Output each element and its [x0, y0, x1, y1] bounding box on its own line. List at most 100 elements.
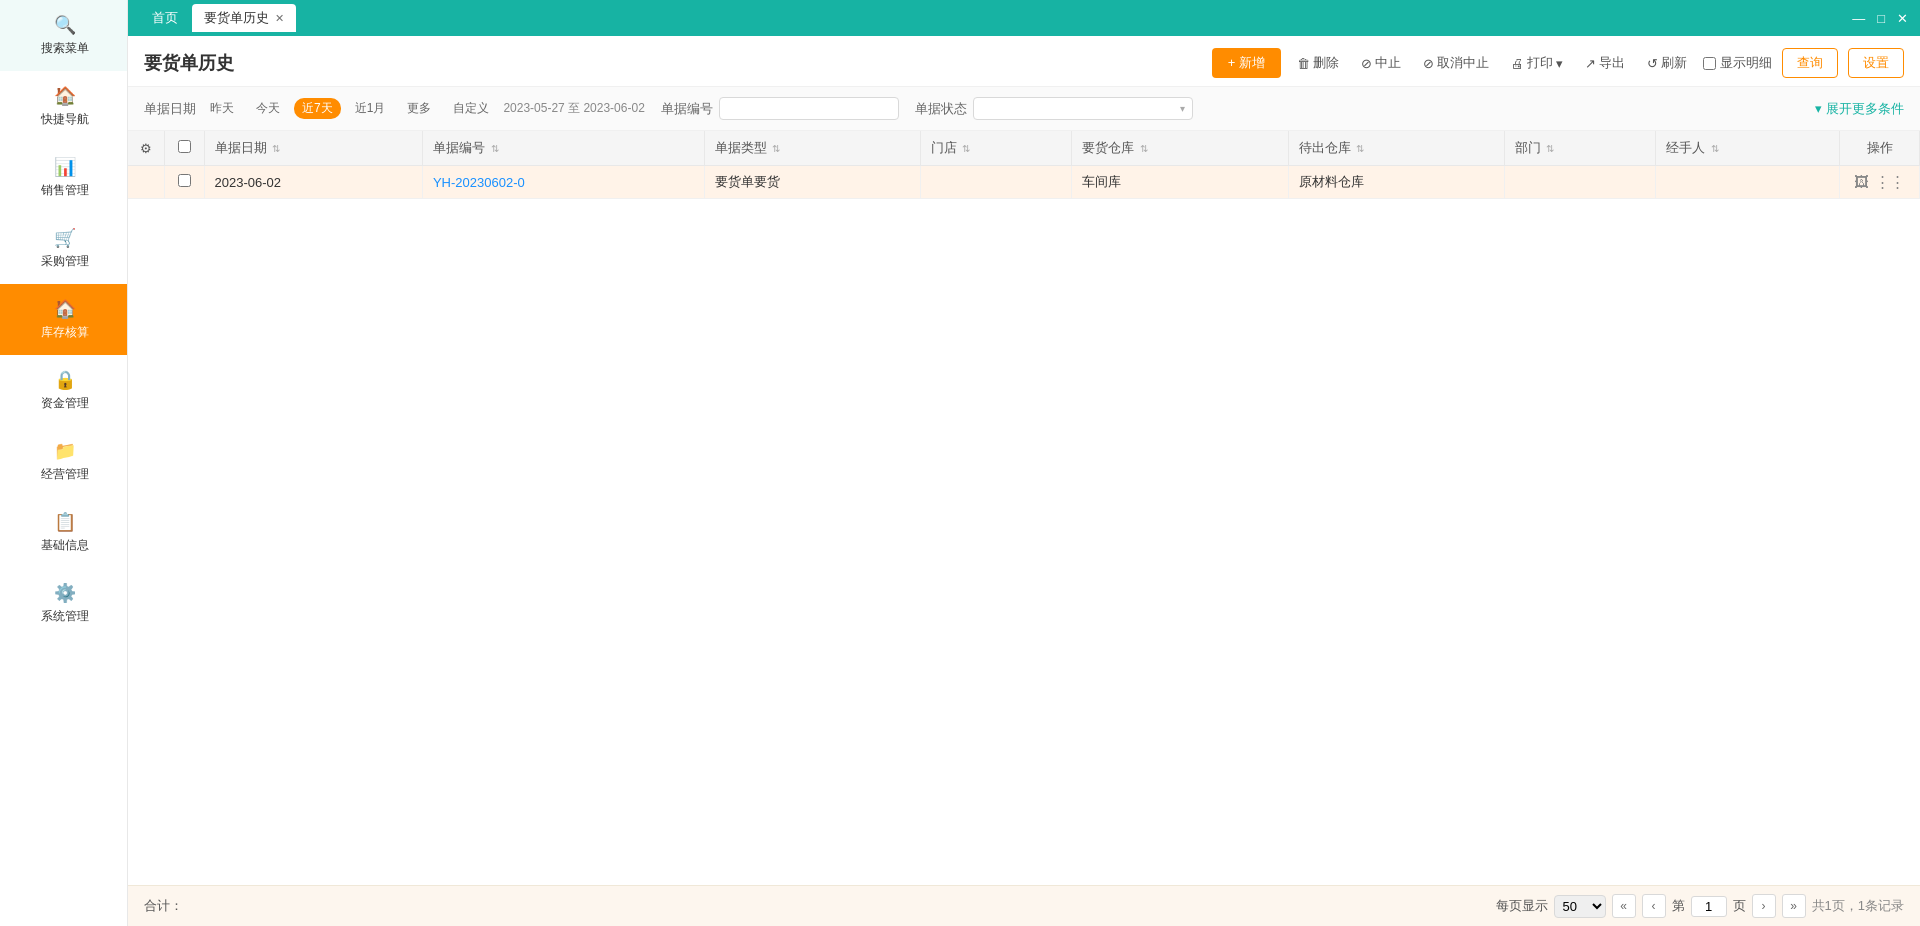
- cart-icon: 🛒: [54, 227, 76, 249]
- date-btn-today[interactable]: 今天: [248, 98, 288, 119]
- sort-icon-handler: ⇅: [1711, 143, 1719, 154]
- date-btn-1month[interactable]: 近1月: [347, 98, 394, 119]
- sidebar-item-label: 资金管理: [41, 395, 89, 412]
- sidebar-item-label: 经营管理: [41, 466, 89, 483]
- col-date[interactable]: 单据日期 ⇅: [204, 131, 422, 166]
- display-detail-toggle[interactable]: 显示明细: [1703, 54, 1772, 72]
- cell-checkbox: [164, 166, 204, 199]
- sort-icon-type: ⇅: [772, 143, 780, 154]
- page-size-select[interactable]: 50 100 200: [1554, 895, 1606, 918]
- chart-icon: 📊: [54, 156, 76, 178]
- print-button[interactable]: 🖨 打印 ▾: [1505, 50, 1569, 76]
- sidebar-item-label: 销售管理: [41, 182, 89, 199]
- status-label: 单据状态: [915, 100, 967, 118]
- order-no-label: 单据编号: [661, 100, 713, 118]
- display-detail-checkbox[interactable]: [1703, 57, 1716, 70]
- col-type[interactable]: 单据类型 ⇅: [704, 131, 920, 166]
- tab-close-icon[interactable]: ✕: [275, 12, 284, 25]
- cancel-suspend-button[interactable]: ⊘ 取消中止: [1417, 50, 1495, 76]
- sidebar-item-sales[interactable]: 📊 销售管理: [0, 142, 127, 213]
- col-pending-warehouse[interactable]: 待出仓库 ⇅: [1288, 131, 1504, 166]
- page-prev-button[interactable]: ‹: [1642, 894, 1666, 918]
- page-suffix: 页: [1733, 897, 1746, 915]
- query-button[interactable]: 查询: [1782, 48, 1838, 78]
- page-number-input[interactable]: [1691, 896, 1727, 917]
- main-area: 首页 要货单历史 ✕ — □ ✕ 要货单历史 + 新增 🗑 删除 ⊘: [128, 0, 1920, 926]
- order-no-input[interactable]: [719, 97, 899, 120]
- data-table: ⚙ 单据日期 ⇅ 单据编号 ⇅ 单据类型: [128, 131, 1920, 199]
- sidebar-item-operations[interactable]: 📁 经营管理: [0, 426, 127, 497]
- sidebar-item-label: 系统管理: [41, 608, 89, 625]
- topbar: 首页 要货单历史 ✕ — □ ✕: [128, 0, 1920, 36]
- sidebar-item-label: 库存核算: [41, 324, 89, 341]
- table-container: ⚙ 单据日期 ⇅ 单据编号 ⇅ 单据类型: [128, 131, 1920, 885]
- page-last-button[interactable]: »: [1782, 894, 1806, 918]
- status-filter-group: 单据状态 ▾: [915, 97, 1193, 120]
- footer-summary: 合计：: [144, 897, 183, 915]
- cancel-suspend-icon: ⊘: [1423, 56, 1434, 71]
- action-buttons: 🖼 ⋮⋮: [1850, 173, 1909, 191]
- date-btn-yesterday[interactable]: 昨天: [202, 98, 242, 119]
- page-title: 要货单历史: [144, 51, 1212, 75]
- refresh-button[interactable]: ↺ 刷新: [1641, 50, 1693, 76]
- per-page-label: 每页显示: [1496, 897, 1548, 915]
- col-store[interactable]: 门店 ⇅: [920, 131, 1071, 166]
- status-select-wrapper: ▾: [973, 97, 1193, 120]
- window-close[interactable]: ✕: [1897, 11, 1908, 26]
- select-all-checkbox[interactable]: [178, 140, 191, 153]
- pagination: 每页显示 50 100 200 « ‹ 第 页 › » 共1页，1条记录: [1496, 894, 1904, 918]
- suspend-icon: ⊘: [1361, 56, 1372, 71]
- tab-home[interactable]: 首页: [140, 4, 190, 32]
- suspend-button[interactable]: ⊘ 中止: [1355, 50, 1407, 76]
- status-select[interactable]: [973, 97, 1193, 120]
- date-btn-more[interactable]: 更多: [399, 98, 439, 119]
- col-no[interactable]: 单据编号 ⇅: [422, 131, 704, 166]
- cell-date: 2023-06-02: [204, 166, 422, 199]
- expand-more-button[interactable]: ▾ 展开更多条件: [1815, 100, 1904, 118]
- more-icon[interactable]: ⋮⋮: [1875, 173, 1905, 191]
- export-button[interactable]: ↗ 导出: [1579, 50, 1631, 76]
- page-next-button[interactable]: ›: [1752, 894, 1776, 918]
- date-btn-custom[interactable]: 自定义: [445, 98, 497, 119]
- expand-chevron-icon: ▾: [1815, 101, 1822, 116]
- row-checkbox[interactable]: [178, 174, 191, 187]
- order-no-link[interactable]: YH-20230602-0: [433, 175, 525, 190]
- sidebar-item-search[interactable]: 🔍 搜索菜单: [0, 0, 127, 71]
- toolbar: + 新增 🗑 删除 ⊘ 中止 ⊘ 取消中止 🖨 打印 ▾: [1212, 48, 1904, 78]
- cell-no: YH-20230602-0: [422, 166, 704, 199]
- gear-icon: ⚙️: [54, 582, 76, 604]
- date-btn-7days[interactable]: 近7天: [294, 98, 341, 119]
- table-footer: 合计： 每页显示 50 100 200 « ‹ 第 页 › » 共1页，1条记录: [128, 885, 1920, 926]
- delete-button[interactable]: 🗑 删除: [1291, 50, 1345, 76]
- new-button[interactable]: + 新增: [1212, 48, 1281, 78]
- lock-icon: 🔒: [54, 369, 76, 391]
- tab-history[interactable]: 要货单历史 ✕: [192, 4, 296, 32]
- sidebar-item-label: 搜索菜单: [41, 40, 89, 57]
- page-first-button[interactable]: «: [1612, 894, 1636, 918]
- sidebar-item-inventory[interactable]: 🏠 库存核算: [0, 284, 127, 355]
- page-label: 第: [1672, 897, 1685, 915]
- col-settings[interactable]: ⚙: [128, 131, 164, 166]
- col-req-warehouse[interactable]: 要货仓库 ⇅: [1072, 131, 1288, 166]
- sort-icon-no: ⇅: [491, 143, 499, 154]
- settings-button[interactable]: 设置: [1848, 48, 1904, 78]
- home-icon: 🏠: [54, 85, 76, 107]
- col-dept[interactable]: 部门 ⇅: [1504, 131, 1655, 166]
- view-icon[interactable]: 🖼: [1854, 173, 1869, 191]
- sidebar-item-finance[interactable]: 🔒 资金管理: [0, 355, 127, 426]
- col-handler[interactable]: 经手人 ⇅: [1656, 131, 1840, 166]
- inventory-icon: 🏠: [54, 298, 76, 320]
- sidebar-item-quicknav[interactable]: 🏠 快捷导航: [0, 71, 127, 142]
- sidebar-item-basic-info[interactable]: 📋 基础信息: [0, 497, 127, 568]
- sidebar-item-purchase[interactable]: 🛒 采购管理: [0, 213, 127, 284]
- date-filter: 昨天 今天 近7天 近1月 更多 自定义: [202, 98, 497, 119]
- cell-pending-warehouse: 原材料仓库: [1288, 166, 1504, 199]
- sidebar-item-system[interactable]: ⚙️ 系统管理: [0, 568, 127, 639]
- table-row: 2023-06-02 YH-20230602-0 要货单要货 车间库: [128, 166, 1920, 199]
- total-info: 共1页，1条记录: [1812, 897, 1904, 915]
- col-checkbox: [164, 131, 204, 166]
- delete-icon: 🗑: [1297, 56, 1310, 71]
- window-maximize[interactable]: □: [1877, 11, 1885, 26]
- window-minimize[interactable]: —: [1852, 11, 1865, 26]
- print-chevron-icon: ▾: [1556, 56, 1563, 71]
